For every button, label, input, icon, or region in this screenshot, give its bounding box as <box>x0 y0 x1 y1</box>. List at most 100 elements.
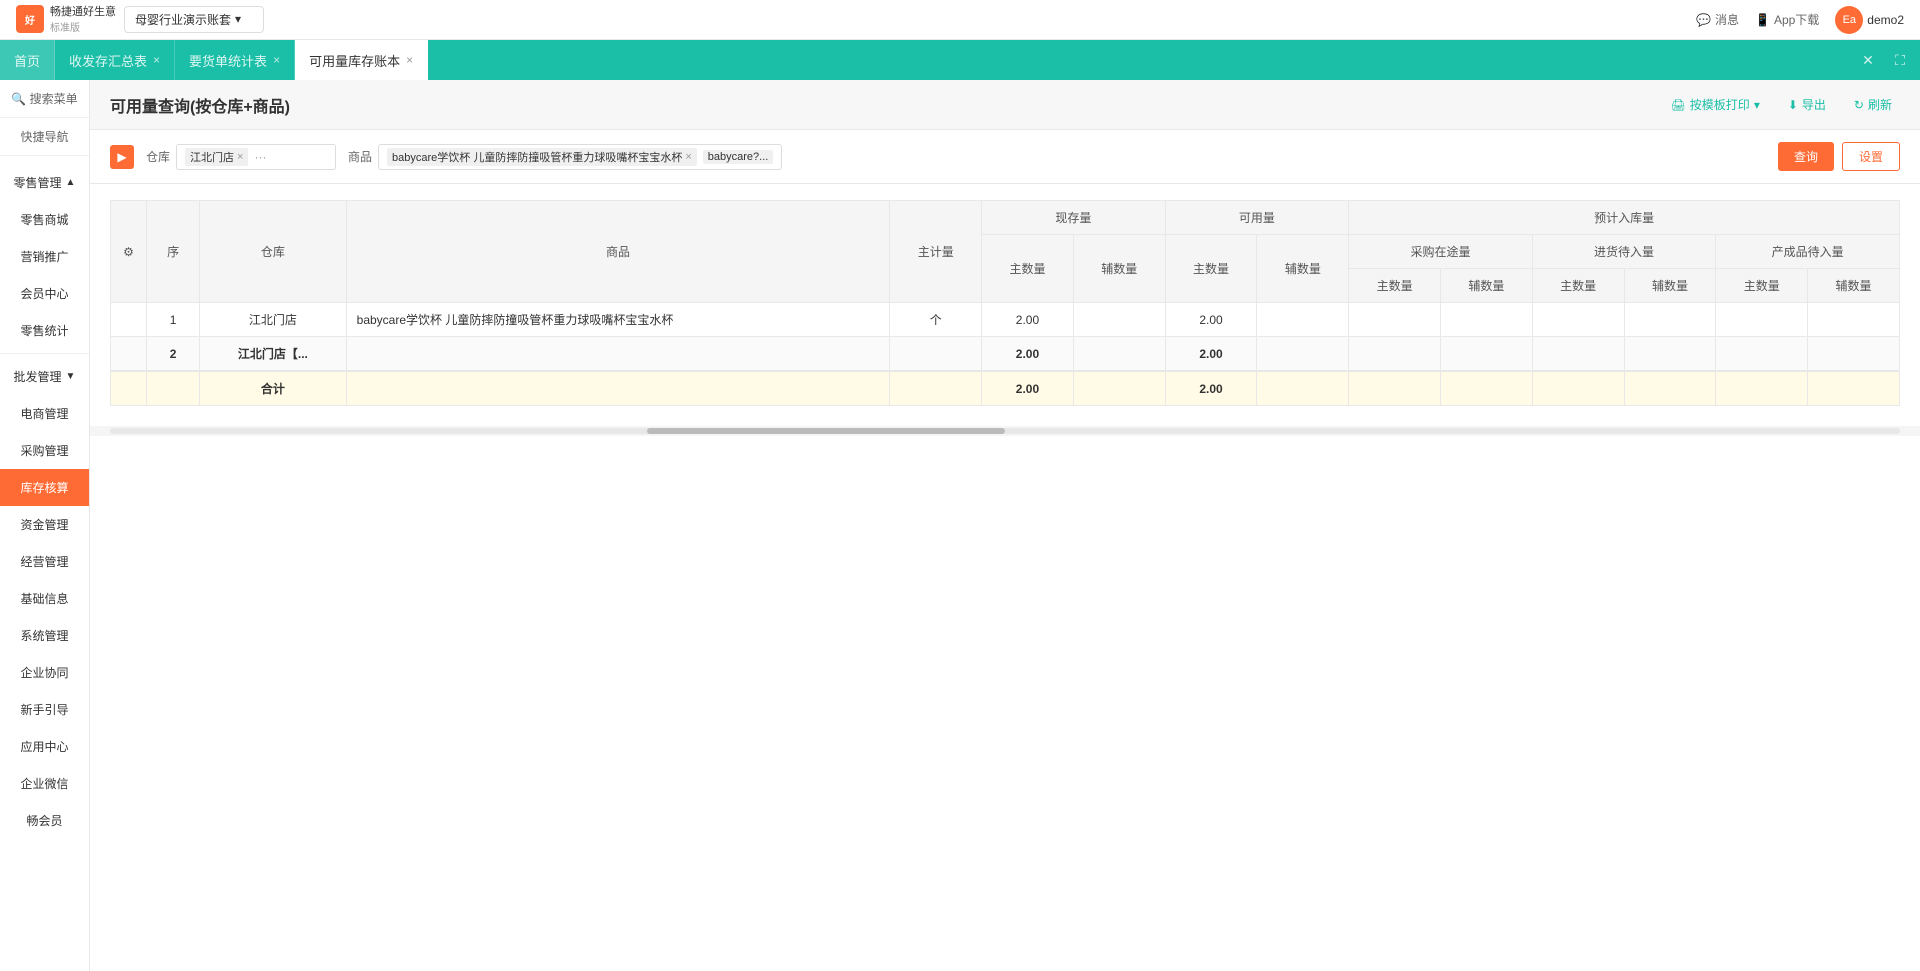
print-btn[interactable]: 🖨 按模板打印 ▾ <box>1663 92 1768 117</box>
footer-transit-sub <box>1624 371 1716 406</box>
warehouse-more-icon[interactable]: ··· <box>254 150 266 164</box>
col-product-header: 商品 <box>346 201 890 303</box>
row-1-available-main: 2.00 <box>1165 303 1257 337</box>
expand-filter-btn[interactable]: ▶ <box>110 145 134 169</box>
row-1-transit-sub <box>1624 303 1716 337</box>
sidebar-item-wholesale-label: 批发管理 <box>14 368 62 385</box>
nav-bar-right: ✕ ⛶ <box>1856 48 1920 72</box>
scroll-bar-track[interactable] <box>110 428 1900 434</box>
row-2-warehouse: 江北门店【... <box>200 337 347 372</box>
row-2-purchase-sub <box>1441 337 1533 372</box>
row-1-production-sub <box>1808 303 1900 337</box>
sidebar-item-basic[interactable]: 基础信息 <box>0 580 89 617</box>
username: demo2 <box>1867 13 1904 27</box>
tab-available-stock-label: 可用量库存账本 <box>309 51 400 70</box>
sidebar-item-finance-label: 资金管理 <box>20 516 68 533</box>
tab-home-label: 首页 <box>14 51 40 70</box>
warehouse-input[interactable]: 江北门店 × ··· <box>176 144 336 170</box>
warehouse-tag: 江北门店 × <box>185 148 248 166</box>
sidebar-item-appstore[interactable]: 应用中心 <box>0 728 89 765</box>
tab-order-stats-close[interactable]: × <box>273 53 280 67</box>
tab-available-stock-close[interactable]: × <box>406 53 413 67</box>
tab-available-stock[interactable]: 可用量库存账本 × <box>295 40 428 80</box>
close-tab-btn[interactable]: ✕ <box>1856 48 1880 72</box>
sidebar-search[interactable]: 🔍 搜索菜单 <box>0 80 89 118</box>
chevron-down-icon-wholesale: ▼ <box>66 371 76 382</box>
filter-bar: ▶ 仓库 江北门店 × ··· 商品 babycare <box>90 130 1920 184</box>
sidebar-item-wholesale[interactable]: 批发管理 ▼ <box>0 358 89 395</box>
download-btn[interactable]: 📱 App下载 <box>1755 11 1819 28</box>
row-2-available-main: 2.00 <box>1165 337 1257 372</box>
sidebar-item-member-label: 会员中心 <box>20 285 68 302</box>
sidebar-item-retail-mall[interactable]: 零售商城 <box>0 201 89 238</box>
sidebar-item-member[interactable]: 会员中心 <box>0 275 89 312</box>
settings-button[interactable]: 设置 <box>1842 142 1900 171</box>
sidebar-item-marketing[interactable]: 营销推广 <box>0 238 89 275</box>
row-2-stock-sub <box>1073 337 1165 372</box>
query-button[interactable]: 查询 <box>1778 142 1834 171</box>
logo-area: 好 畅捷通好生意 标准版 <box>16 5 116 34</box>
col-transit-main-header: 主数量 <box>1532 269 1624 303</box>
footer-product <box>346 371 890 406</box>
sidebar-item-finance[interactable]: 资金管理 <box>0 506 89 543</box>
warehouse-tag-close[interactable]: × <box>237 151 243 163</box>
row-1-warehouse: 江北门店 <box>200 303 347 337</box>
expand-btn[interactable]: ⛶ <box>1888 48 1912 72</box>
sidebar-item-retail[interactable]: 零售管理 ▲ <box>0 164 89 201</box>
tab-receipts[interactable]: 收发存汇总表 × <box>55 40 175 80</box>
message-icon: 💬 <box>1696 13 1711 27</box>
tab-receipts-label: 收发存汇总表 <box>69 51 147 70</box>
page-content: 可用量查询(按仓库+商品) 🖨 按模板打印 ▾ ⬇ 导出 ↻ 刷新 <box>90 80 1920 971</box>
sidebar-item-member2-label: 畅会员 <box>26 812 62 829</box>
tab-order-stats[interactable]: 要货单统计表 × <box>175 40 295 80</box>
user-area[interactable]: Ea demo2 <box>1835 6 1904 34</box>
tab-receipts-close[interactable]: × <box>153 53 160 67</box>
page-title: 可用量查询(按仓库+商品) <box>110 93 290 117</box>
warehouse-filter: 仓库 江北门店 × ··· <box>146 144 336 170</box>
top-header: 好 畅捷通好生意 标准版 母婴行业演示账套 ▾ 💬 消息 📱 App下载 Ea … <box>0 0 1920 40</box>
footer-purchase-main <box>1349 371 1441 406</box>
col-stock-group-header: 现存量 <box>982 201 1166 235</box>
col-settings-header[interactable]: ⚙ <box>111 201 147 303</box>
sidebar-item-system[interactable]: 系统管理 <box>0 617 89 654</box>
footer-production-main <box>1716 371 1808 406</box>
page-header-actions: 🖨 按模板打印 ▾ ⬇ 导出 ↻ 刷新 <box>1663 92 1900 117</box>
warehouse-label: 仓库 <box>146 148 170 165</box>
chevron-down-icon-print: ▾ <box>1754 98 1760 112</box>
industry-selector[interactable]: 母婴行业演示账套 ▾ <box>124 6 264 33</box>
sidebar-item-weixin[interactable]: 企业微信 <box>0 765 89 802</box>
footer-production-sub <box>1808 371 1900 406</box>
sidebar-search-label: 搜索菜单 <box>30 92 78 106</box>
col-available-sub-header: 辅数量 <box>1257 235 1349 303</box>
sidebar-quick-nav[interactable]: 快捷导航 <box>0 118 89 156</box>
product-input[interactable]: babycare学饮杯 儿童防摔防撞吸管杯重力球吸嘴杯宝宝水杯 × babyca… <box>378 144 782 170</box>
sidebar-item-inventory-label: 库存核算 <box>20 479 68 496</box>
sidebar-item-enterprise[interactable]: 企业协同 <box>0 654 89 691</box>
sidebar-item-retail-stats[interactable]: 零售统计 <box>0 312 89 349</box>
row-2-transit-main <box>1532 337 1624 372</box>
message-btn[interactable]: 💬 消息 <box>1696 11 1739 28</box>
sidebar-item-member2[interactable]: 畅会员 <box>0 802 89 839</box>
sidebar-quick-nav-label: 快捷导航 <box>20 130 68 144</box>
sidebar-item-operations[interactable]: 经营管理 <box>0 543 89 580</box>
table-container: ⚙ 序 仓库 商品 主计量 现存量 可用量 预计入库量 主数量 辅 <box>90 200 1920 426</box>
sidebar-item-inventory[interactable]: 库存核算 <box>0 469 89 506</box>
dropdown-icon: ▾ <box>235 12 241 26</box>
avatar: Ea <box>1835 6 1863 34</box>
product-tag-0-close[interactable]: × <box>685 151 691 163</box>
export-btn[interactable]: ⬇ 导出 <box>1780 92 1834 117</box>
sidebar-item-purchase[interactable]: 采购管理 <box>0 432 89 469</box>
footer-transit-main <box>1532 371 1624 406</box>
sidebar-item-guide[interactable]: 新手引导 <box>0 691 89 728</box>
row-2-transit-sub <box>1624 337 1716 372</box>
row-2-production-main <box>1716 337 1808 372</box>
row-1-production-main <box>1716 303 1808 337</box>
row-1-settings <box>111 303 147 337</box>
nav-tabs-bar: 首页 收发存汇总表 × 要货单统计表 × 可用量库存账本 × ✕ ⛶ <box>0 40 1920 80</box>
tab-home[interactable]: 首页 <box>0 40 55 80</box>
col-purchase-main-header: 主数量 <box>1349 269 1441 303</box>
scroll-bar-thumb[interactable] <box>647 428 1005 434</box>
row-1-stock-main: 2.00 <box>982 303 1074 337</box>
sidebar-item-ecommerce[interactable]: 电商管理 <box>0 395 89 432</box>
refresh-btn[interactable]: ↻ 刷新 <box>1846 92 1900 117</box>
